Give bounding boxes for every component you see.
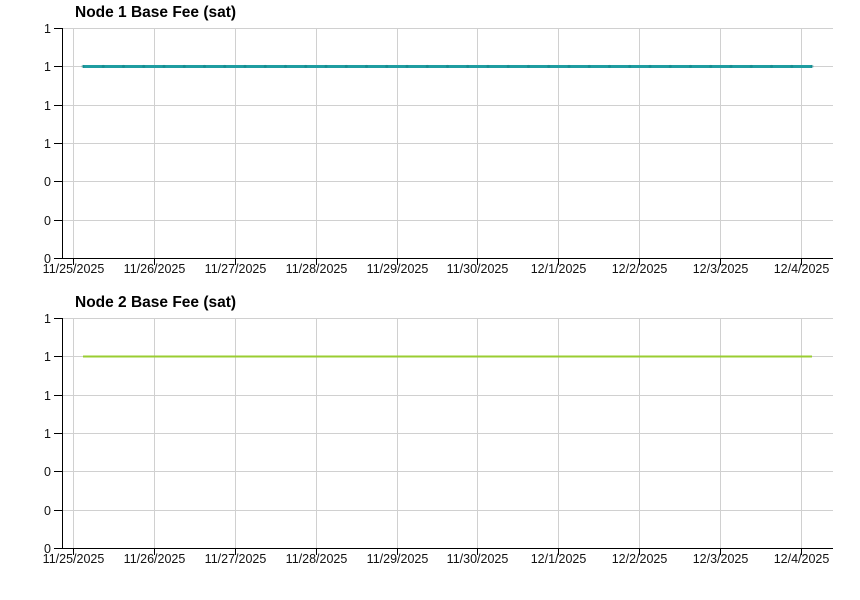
series-marker (486, 64, 490, 68)
series-marker (648, 64, 652, 68)
series-marker (425, 64, 429, 68)
x-tick-label: 11/29/2025 (367, 262, 429, 276)
series-marker (304, 64, 308, 68)
series-marker (365, 64, 368, 68)
y-tick-label: 1 (44, 312, 51, 326)
x-tick-label: 11/30/2025 (447, 552, 509, 566)
series-marker (385, 64, 389, 68)
x-tick-label: 11/25/2025 (43, 262, 105, 276)
y-tick-label: 1 (44, 389, 51, 403)
series-marker (162, 64, 166, 68)
series-marker (243, 64, 247, 68)
series-marker (790, 64, 794, 68)
x-tick-label: 11/25/2025 (43, 552, 105, 566)
x-tick-label: 12/4/2025 (774, 552, 830, 566)
series-marker (284, 64, 287, 68)
series-marker (122, 64, 125, 68)
x-tick-label: 11/29/2025 (367, 552, 429, 566)
y-tick-label: 1 (44, 99, 51, 113)
series-marker (344, 64, 348, 68)
series-marker (729, 64, 733, 68)
x-tick-label: 11/28/2025 (286, 552, 348, 566)
x-tick-label: 11/26/2025 (124, 552, 186, 566)
series-marker (466, 64, 470, 68)
series-marker (142, 64, 146, 68)
y-tick-label: 1 (44, 137, 51, 151)
series-marker (689, 64, 692, 68)
series-marker (506, 64, 510, 68)
y-tick-label: 1 (44, 22, 51, 36)
chart-node-2-base-fee: Node 2 Base Fee (sat) 1 1 1 1 0 0 0 11/25/2025 1… (0, 290, 860, 600)
x-tick-label: 12/2/2025 (612, 262, 668, 276)
series-marker (567, 64, 571, 68)
series-marker (527, 64, 530, 68)
series-marker (628, 64, 632, 68)
series-marker (81, 64, 85, 68)
fee-charts-page: Node 1 Base Fee (sat) 1 1 1 1 0 0 0 11/25/2025 1… (0, 0, 860, 600)
series-marker (770, 64, 773, 68)
y-tick-label: 1 (44, 427, 51, 441)
y-tick-label: 0 (44, 465, 51, 479)
series-marker (101, 64, 105, 68)
x-tick-label: 11/27/2025 (205, 262, 267, 276)
series-marker (182, 64, 186, 68)
chart-node-1-base-fee: Node 1 Base Fee (sat) 1 1 1 1 0 0 0 11/25/2025 1… (0, 0, 860, 285)
series-marker (810, 64, 814, 68)
x-tick-label: 12/2/2025 (612, 552, 668, 566)
series-marker (405, 64, 409, 68)
chart-plot-node-1: 111100011/25/2025 11/26/2025 11/27/2025 11/… (43, 22, 833, 276)
y-tick-label: 0 (44, 214, 51, 228)
x-tick-label: 11/28/2025 (286, 262, 348, 276)
y-tick-label: 1 (44, 350, 51, 364)
series-marker (547, 64, 551, 68)
series-marker (749, 64, 753, 68)
x-tick-label: 12/3/2025 (693, 552, 749, 566)
series-marker (709, 64, 713, 68)
x-tick-label: 11/30/2025 (447, 262, 509, 276)
series-marker (203, 64, 206, 68)
series-marker (223, 64, 227, 68)
series-marker (608, 64, 611, 68)
x-tick-label: 11/27/2025 (205, 552, 267, 566)
series-marker (324, 64, 328, 68)
y-tick-label: 1 (44, 60, 51, 74)
y-tick-label: 0 (44, 175, 51, 189)
series-marker (668, 64, 672, 68)
series-marker (263, 64, 267, 68)
x-tick-label: 11/26/2025 (124, 262, 186, 276)
x-tick-label: 12/1/2025 (531, 552, 587, 566)
x-tick-label: 12/1/2025 (531, 262, 587, 276)
x-tick-label: 12/3/2025 (693, 262, 749, 276)
chart-plot-node-2: 111100011/25/2025 11/26/2025 11/27/2025 11/… (43, 312, 833, 566)
x-tick-label: 12/4/2025 (774, 262, 830, 276)
series-marker (446, 64, 449, 68)
y-tick-label: 0 (44, 504, 51, 518)
series-marker (587, 64, 591, 68)
